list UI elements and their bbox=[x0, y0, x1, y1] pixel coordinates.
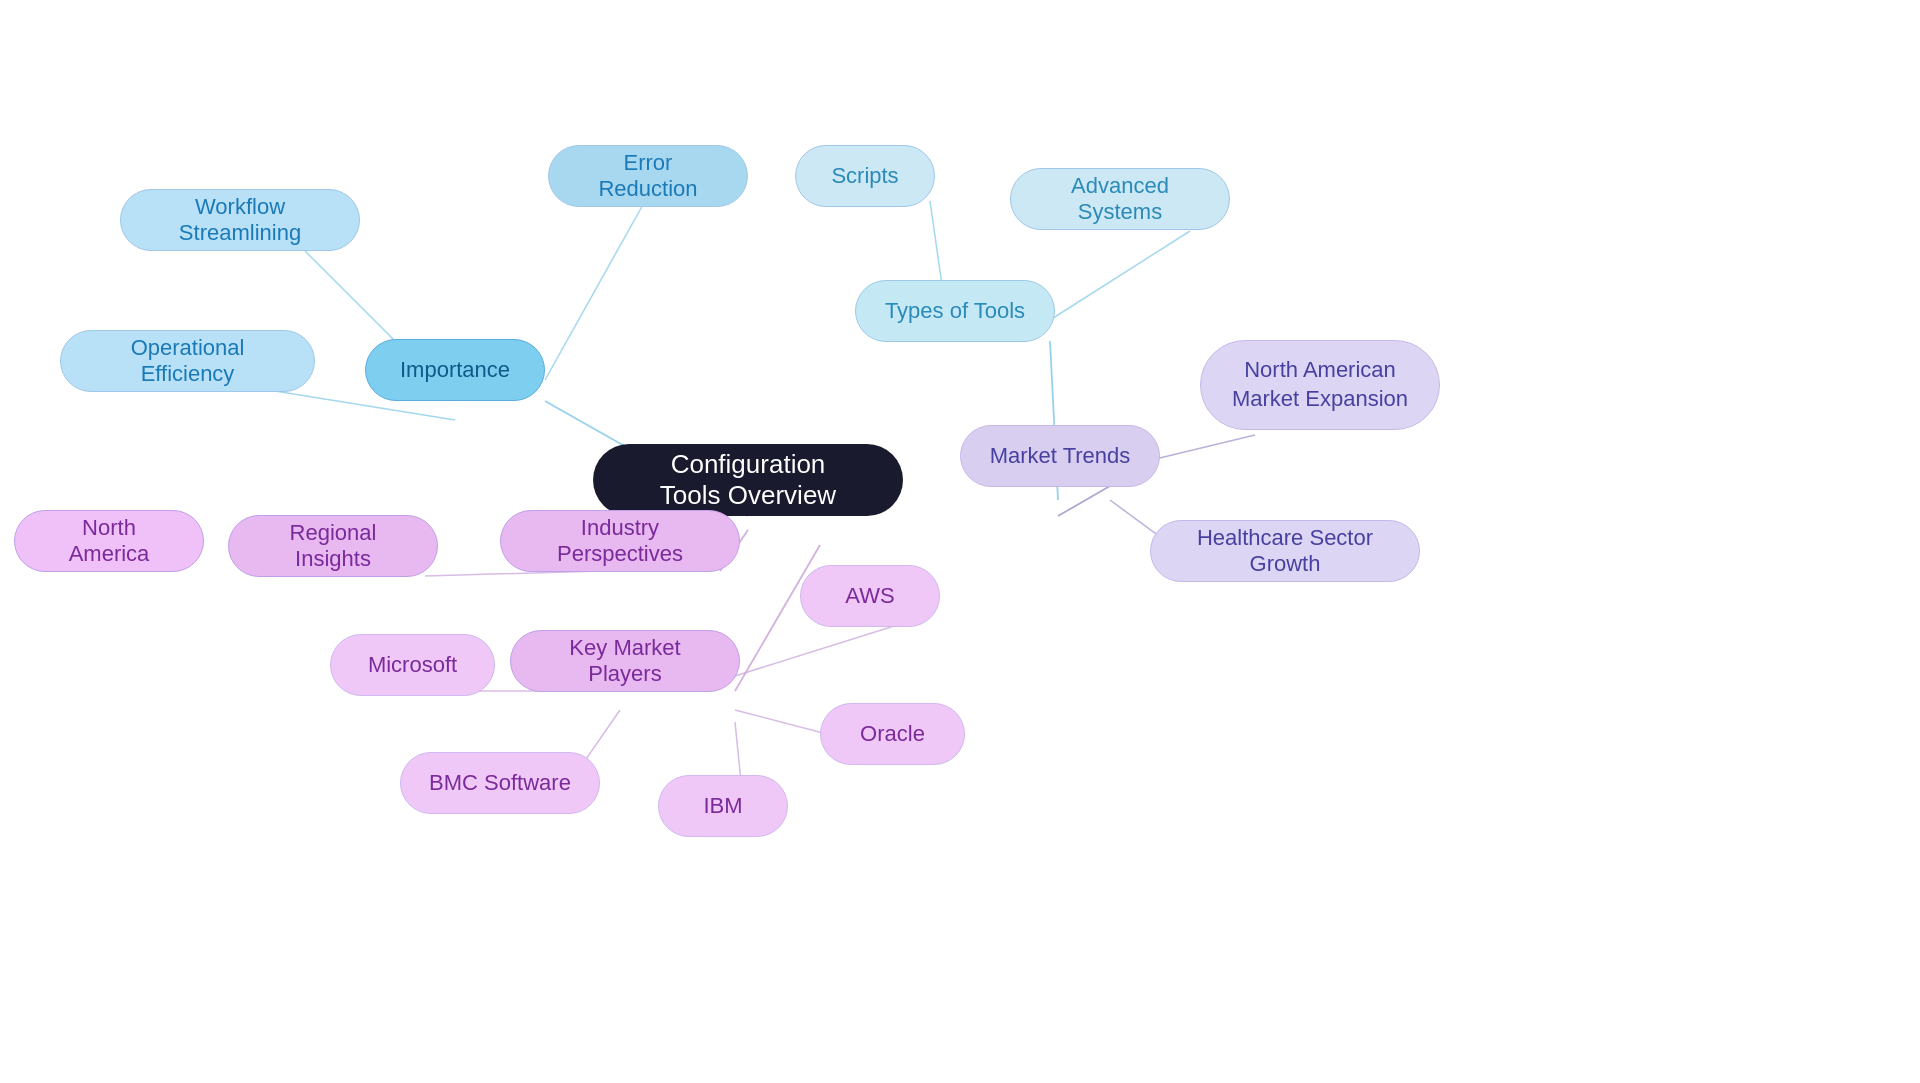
operational-label: Operational Efficiency bbox=[89, 335, 286, 387]
operational-node[interactable]: Operational Efficiency bbox=[60, 330, 315, 392]
workflow-node[interactable]: Workflow Streamlining bbox=[120, 189, 360, 251]
healthcare-node[interactable]: Healthcare Sector Growth bbox=[1150, 520, 1420, 582]
bmc-label: BMC Software bbox=[429, 770, 571, 796]
aws-node[interactable]: AWS bbox=[800, 565, 940, 627]
microsoft-node[interactable]: Microsoft bbox=[330, 634, 495, 696]
ibm-label: IBM bbox=[703, 793, 742, 819]
oracle-label: Oracle bbox=[860, 721, 925, 747]
market-trends-node[interactable]: Market Trends bbox=[960, 425, 1160, 487]
svg-line-6 bbox=[1050, 231, 1190, 320]
aws-label: AWS bbox=[845, 583, 894, 609]
industry-node[interactable]: Industry Perspectives bbox=[500, 510, 740, 572]
importance-node[interactable]: Importance bbox=[365, 339, 545, 401]
importance-label: Importance bbox=[400, 357, 510, 383]
regional-node[interactable]: Regional Insights bbox=[228, 515, 438, 577]
svg-line-13 bbox=[735, 545, 820, 691]
north-america-label: North America bbox=[43, 515, 175, 567]
scripts-node[interactable]: Scripts bbox=[795, 145, 935, 207]
advanced-label: Advanced Systems bbox=[1039, 173, 1201, 225]
bmc-node[interactable]: BMC Software bbox=[400, 752, 600, 814]
error-node[interactable]: Error Reduction bbox=[548, 145, 748, 207]
market-trends-label: Market Trends bbox=[990, 443, 1131, 469]
na-expansion-node[interactable]: North American Market Expansion bbox=[1200, 340, 1440, 430]
oracle-node[interactable]: Oracle bbox=[820, 703, 965, 765]
svg-line-14 bbox=[735, 621, 910, 676]
center-label: Configuration Tools Overview bbox=[643, 449, 853, 511]
error-label: Error Reduction bbox=[577, 150, 719, 202]
key-players-label: Key Market Players bbox=[539, 635, 711, 687]
na-expansion-label: North American Market Expansion bbox=[1229, 356, 1411, 413]
scripts-label: Scripts bbox=[831, 163, 898, 189]
healthcare-label: Healthcare Sector Growth bbox=[1179, 525, 1391, 577]
key-players-node[interactable]: Key Market Players bbox=[510, 630, 740, 692]
ibm-node[interactable]: IBM bbox=[658, 775, 788, 837]
microsoft-label: Microsoft bbox=[368, 652, 457, 678]
types-node[interactable]: Types of Tools bbox=[855, 280, 1055, 342]
advanced-node[interactable]: Advanced Systems bbox=[1010, 168, 1230, 230]
workflow-label: Workflow Streamlining bbox=[149, 194, 331, 246]
svg-line-2 bbox=[545, 201, 645, 380]
types-label: Types of Tools bbox=[885, 298, 1025, 324]
center-node: Configuration Tools Overview bbox=[593, 444, 903, 516]
regional-label: Regional Insights bbox=[257, 520, 409, 572]
north-america-node[interactable]: North America bbox=[14, 510, 204, 572]
svg-line-7 bbox=[1058, 486, 1110, 516]
industry-label: Industry Perspectives bbox=[529, 515, 711, 567]
